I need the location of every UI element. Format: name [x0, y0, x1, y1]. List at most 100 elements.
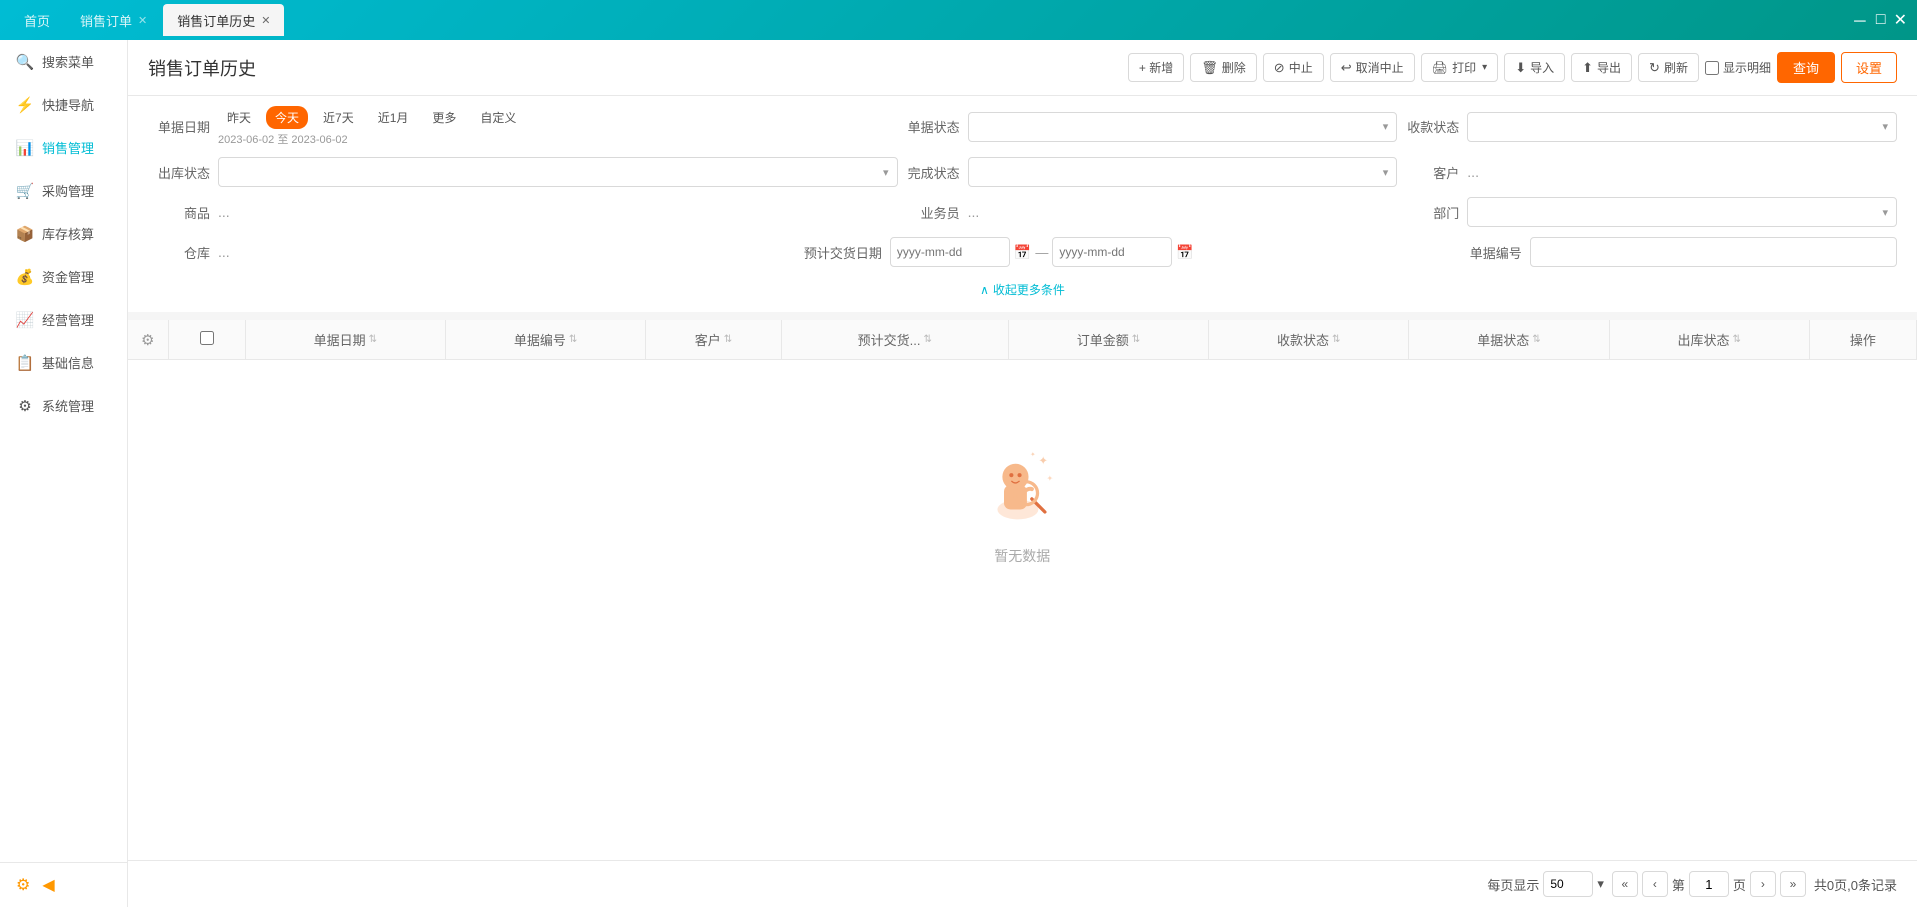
date-btn-1month[interactable]: 近1月	[369, 106, 418, 129]
filter-order-status-control[interactable]: ▾	[968, 112, 1398, 142]
th-number[interactable]: 单据编号 ⇅	[445, 320, 645, 360]
expected-delivery-to[interactable]	[1052, 237, 1172, 267]
stop-button[interactable]: ⊘ 中止	[1263, 53, 1324, 82]
window-maximize[interactable]: □	[1876, 11, 1886, 29]
filter-warehouse-status-control[interactable]: ▾	[218, 157, 898, 187]
filter-date-label: 单据日期	[148, 117, 218, 136]
last-page-button[interactable]: »	[1780, 871, 1806, 897]
sort-expected-delivery[interactable]: 预计交货... ⇅	[858, 330, 932, 349]
sidebar-item-sys-mgmt[interactable]: ⚙ 系统管理	[0, 384, 127, 427]
sidebar-item-inventory-check[interactable]: 📦 库存核算	[0, 212, 127, 255]
order-status-select[interactable]: ▾	[968, 112, 1398, 142]
per-page-arrow[interactable]: ▾	[1597, 876, 1604, 892]
date-btn-today[interactable]: 今天	[266, 106, 308, 129]
sort-warehouse-status[interactable]: 出库状态 ⇅	[1677, 330, 1740, 349]
collapse-row[interactable]: ∧ 收起更多条件	[148, 277, 1897, 302]
import-button[interactable]: ⬇ 导入	[1504, 53, 1565, 82]
filter-completion-status-control[interactable]: ▾	[968, 157, 1398, 187]
filter-receipt-status-control[interactable]: ▾	[1467, 112, 1897, 142]
th-order-amount[interactable]: 订单金额 ⇅	[1008, 320, 1208, 360]
prev-page-button[interactable]: ‹	[1642, 871, 1668, 897]
sort-order-amount[interactable]: 订单金额 ⇅	[1077, 330, 1140, 349]
th-warehouse-status[interactable]: 出库状态 ⇅	[1609, 320, 1809, 360]
sales-rep-dots[interactable]: ...	[968, 204, 980, 220]
display-details-checkbox[interactable]	[1705, 61, 1719, 75]
expected-delivery-from[interactable]	[890, 237, 1010, 267]
sort-customer[interactable]: 客户 ⇅	[695, 330, 732, 349]
select-all-checkbox[interactable]	[200, 331, 214, 345]
receipt-status-select[interactable]: ▾	[1467, 112, 1897, 142]
window-close[interactable]: ✕	[1894, 10, 1907, 30]
completion-status-select[interactable]: ▾	[968, 157, 1398, 187]
sidebar-footer: ⚙ ◀	[0, 862, 127, 907]
customer-dots[interactable]: ...	[1467, 164, 1479, 180]
delete-button[interactable]: 🗑 删除	[1190, 53, 1257, 82]
dept-arrow: ▾	[1882, 206, 1888, 219]
new-button[interactable]: + 新增	[1128, 53, 1184, 82]
sidebar-item-ops-mgmt-label: 经营管理	[42, 310, 94, 329]
date-btn-custom[interactable]: 自定义	[471, 106, 525, 129]
sort-order-status[interactable]: 单据状态 ⇅	[1477, 330, 1540, 349]
empty-row: ✦ ✦ ✦ 暂无数据	[128, 360, 1917, 647]
sidebar-collapse-icon[interactable]: ◀	[42, 875, 54, 895]
filter-receipt-status-label: 收款状态	[1397, 117, 1467, 136]
th-checkbox	[168, 320, 245, 360]
cancel-stop-button[interactable]: ↩ 取消中止	[1330, 53, 1415, 82]
date-btn-more[interactable]: 更多	[423, 106, 465, 129]
column-settings-icon[interactable]: ⚙	[141, 332, 154, 349]
filter-expected-delivery-label: 预计交货日期	[804, 243, 890, 262]
goods-dots[interactable]: ...	[218, 204, 230, 220]
th-customer[interactable]: 客户 ⇅	[646, 320, 781, 360]
tab-sales-order-history[interactable]: 销售订单历史 ✕	[163, 4, 284, 36]
sidebar-search[interactable]: 🔍 搜索菜单	[0, 40, 127, 83]
warehouse-status-select[interactable]: ▾	[218, 157, 898, 187]
calendar-from-icon[interactable]: 📅	[1014, 244, 1031, 261]
display-details-checkbox-label[interactable]: 显示明细	[1705, 59, 1771, 76]
export-button[interactable]: ⬆ 导出	[1571, 53, 1632, 82]
sidebar-item-quick-nav[interactable]: ⚡ 快捷导航	[0, 83, 127, 126]
th-date[interactable]: 单据日期 ⇅	[245, 320, 445, 360]
sidebar-item-ops-mgmt[interactable]: 📈 经营管理	[0, 298, 127, 341]
sort-date[interactable]: 单据日期 ⇅	[314, 330, 377, 349]
calendar-to-icon[interactable]: 📅	[1176, 244, 1193, 261]
page-number-input[interactable]	[1689, 871, 1729, 897]
settings-button[interactable]: 设置	[1841, 52, 1897, 83]
sidebar-item-basic-info[interactable]: 📋 基础信息	[0, 341, 127, 384]
close-sales-history-tab[interactable]: ✕	[261, 14, 270, 27]
sort-receipt-status[interactable]: 收款状态 ⇅	[1277, 330, 1340, 349]
dept-select[interactable]: ▾	[1467, 197, 1897, 227]
page-prefix-label: 第	[1672, 875, 1685, 894]
order-number-input[interactable]	[1530, 237, 1897, 267]
sidebar-item-purchase-mgmt[interactable]: 🛒 采购管理	[0, 169, 127, 212]
filter-dept-control[interactable]: ▾	[1467, 197, 1897, 227]
refresh-icon: ↻	[1649, 60, 1660, 76]
warehouse-dots[interactable]: ...	[218, 244, 230, 260]
filter-row-1: 单据日期 昨天 今天 近7天 近1月 更多 自定义 2023-06-02 至 2…	[148, 106, 1897, 147]
page-nav: « ‹ 第 页 › »	[1612, 871, 1806, 897]
sidebar-item-funds-mgmt[interactable]: 💰 资金管理	[0, 255, 127, 298]
print-button[interactable]: 🖨 打印	[1421, 53, 1499, 82]
expected-delivery-range: 📅 — 📅	[890, 237, 1460, 267]
sort-order-status-icon: ⇅	[1532, 334, 1540, 345]
first-page-button[interactable]: «	[1612, 871, 1638, 897]
date-btn-7days[interactable]: 近7天	[314, 106, 363, 129]
th-settings[interactable]: ⚙	[128, 320, 168, 360]
sort-number[interactable]: 单据编号 ⇅	[514, 330, 577, 349]
th-order-status[interactable]: 单据状态 ⇅	[1409, 320, 1609, 360]
close-sales-order-tab[interactable]: ✕	[138, 14, 147, 27]
date-btn-yesterday[interactable]: 昨天	[218, 106, 260, 129]
sidebar-item-sales-mgmt[interactable]: 📊 销售管理	[0, 126, 127, 169]
tab-home[interactable]: 首页	[10, 4, 64, 36]
import-button-label: 导入	[1530, 59, 1554, 76]
th-receipt-status[interactable]: 收款状态 ⇅	[1209, 320, 1409, 360]
sidebar-settings-icon[interactable]: ⚙	[16, 875, 30, 895]
query-button[interactable]: 查询	[1777, 52, 1835, 83]
refresh-button[interactable]: ↻ 刷新	[1638, 53, 1699, 82]
th-expected-delivery[interactable]: 预计交货... ⇅	[781, 320, 1008, 360]
sort-warehouse-status-icon: ⇅	[1732, 334, 1740, 345]
window-minimize[interactable]: －	[1852, 8, 1868, 32]
prev-page-icon: ‹	[1653, 877, 1657, 891]
next-page-button[interactable]: ›	[1750, 871, 1776, 897]
tab-sales-order[interactable]: 销售订单 ✕	[66, 4, 161, 36]
per-page-input[interactable]	[1543, 871, 1593, 897]
